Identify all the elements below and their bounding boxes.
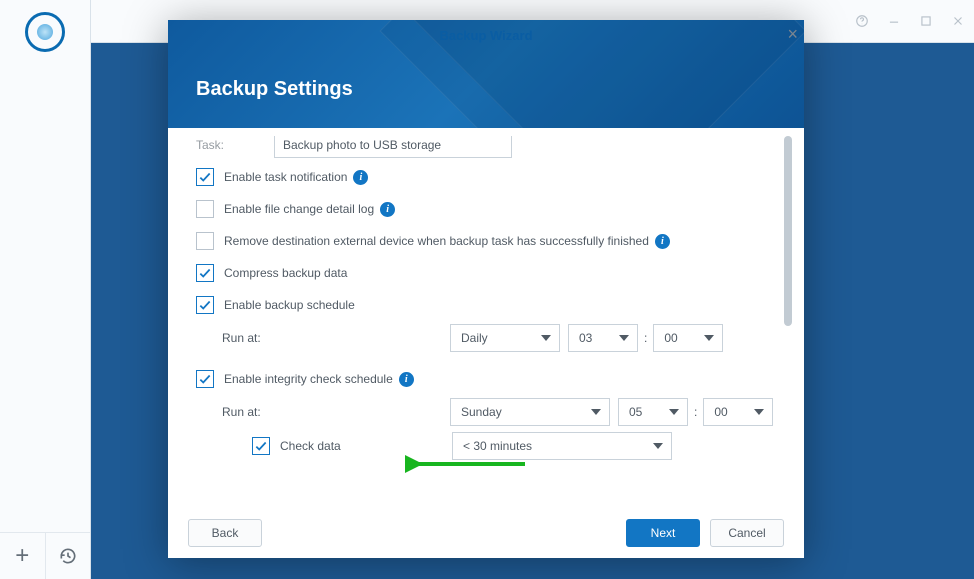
enable-schedule-label: Enable backup schedule <box>224 298 355 312</box>
info-icon[interactable]: i <box>399 372 414 387</box>
compress-label: Compress backup data <box>224 266 347 280</box>
help-icon[interactable] <box>846 5 878 37</box>
remove-device-label: Remove destination external device when … <box>224 234 649 248</box>
app-logo-icon <box>25 12 65 52</box>
dialog-title: Backup Wizard <box>168 20 804 50</box>
enable-notification-label: Enable task notification <box>224 170 347 184</box>
enable-notification-checkbox[interactable] <box>196 168 214 186</box>
scrollbar-thumb[interactable] <box>784 136 792 326</box>
close-window-icon[interactable] <box>942 5 974 37</box>
check-duration-select[interactable]: < 30 minutes <box>452 432 672 460</box>
integrity-hour-select[interactable]: 05 <box>618 398 688 426</box>
schedule-frequency-select[interactable]: Daily <box>450 324 560 352</box>
remove-device-checkbox[interactable] <box>196 232 214 250</box>
scrollbar[interactable] <box>784 136 792 464</box>
close-icon[interactable]: × <box>787 24 798 45</box>
app-sidebar: + <box>0 0 91 579</box>
enable-schedule-checkbox[interactable] <box>196 296 214 314</box>
chevron-down-icon <box>653 443 663 449</box>
cancel-button[interactable]: Cancel <box>710 519 784 547</box>
chevron-down-icon <box>541 335 551 341</box>
chevron-down-icon <box>591 409 601 415</box>
check-data-checkbox[interactable] <box>252 437 270 455</box>
chevron-down-icon <box>754 409 764 415</box>
task-name-input[interactable]: Backup photo to USB storage <box>274 136 512 158</box>
dialog-heading: Backup Settings <box>196 78 804 101</box>
enable-filechange-label: Enable file change detail log <box>224 202 374 216</box>
info-icon[interactable]: i <box>655 234 670 249</box>
chevron-down-icon <box>619 335 629 341</box>
minimize-icon[interactable] <box>878 5 910 37</box>
desktop: + Backup Wizard × Backup Settings Task: … <box>0 0 974 579</box>
back-button[interactable]: Back <box>188 519 262 547</box>
enable-integrity-checkbox[interactable] <box>196 370 214 388</box>
schedule-hour-select[interactable]: 03 <box>568 324 638 352</box>
enable-integrity-label: Enable integrity check schedule <box>224 372 393 386</box>
add-button[interactable]: + <box>0 533 46 579</box>
info-icon[interactable]: i <box>353 170 368 185</box>
time-separator: : <box>694 405 697 419</box>
integrity-day-select[interactable]: Sunday <box>450 398 610 426</box>
settings-scroll-area: Task: Backup photo to USB storage Enable… <box>196 136 776 470</box>
check-data-label: Check data <box>280 439 452 453</box>
enable-filechange-checkbox[interactable] <box>196 200 214 218</box>
chevron-down-icon <box>704 335 714 341</box>
schedule-runat-label: Run at: <box>222 331 450 345</box>
integrity-minute-select[interactable]: 00 <box>703 398 773 426</box>
task-label: Task: <box>196 138 274 152</box>
backup-wizard-dialog: Backup Wizard × Backup Settings Task: Ba… <box>168 20 804 558</box>
compress-checkbox[interactable] <box>196 264 214 282</box>
time-separator: : <box>644 331 647 345</box>
info-icon[interactable]: i <box>380 202 395 217</box>
next-button[interactable]: Next <box>626 519 700 547</box>
chevron-down-icon <box>669 409 679 415</box>
integrity-runat-label: Run at: <box>222 405 450 419</box>
maximize-icon[interactable] <box>910 5 942 37</box>
history-icon[interactable] <box>46 533 91 579</box>
dialog-footer: Back Next Cancel <box>168 508 804 558</box>
schedule-minute-select[interactable]: 00 <box>653 324 723 352</box>
